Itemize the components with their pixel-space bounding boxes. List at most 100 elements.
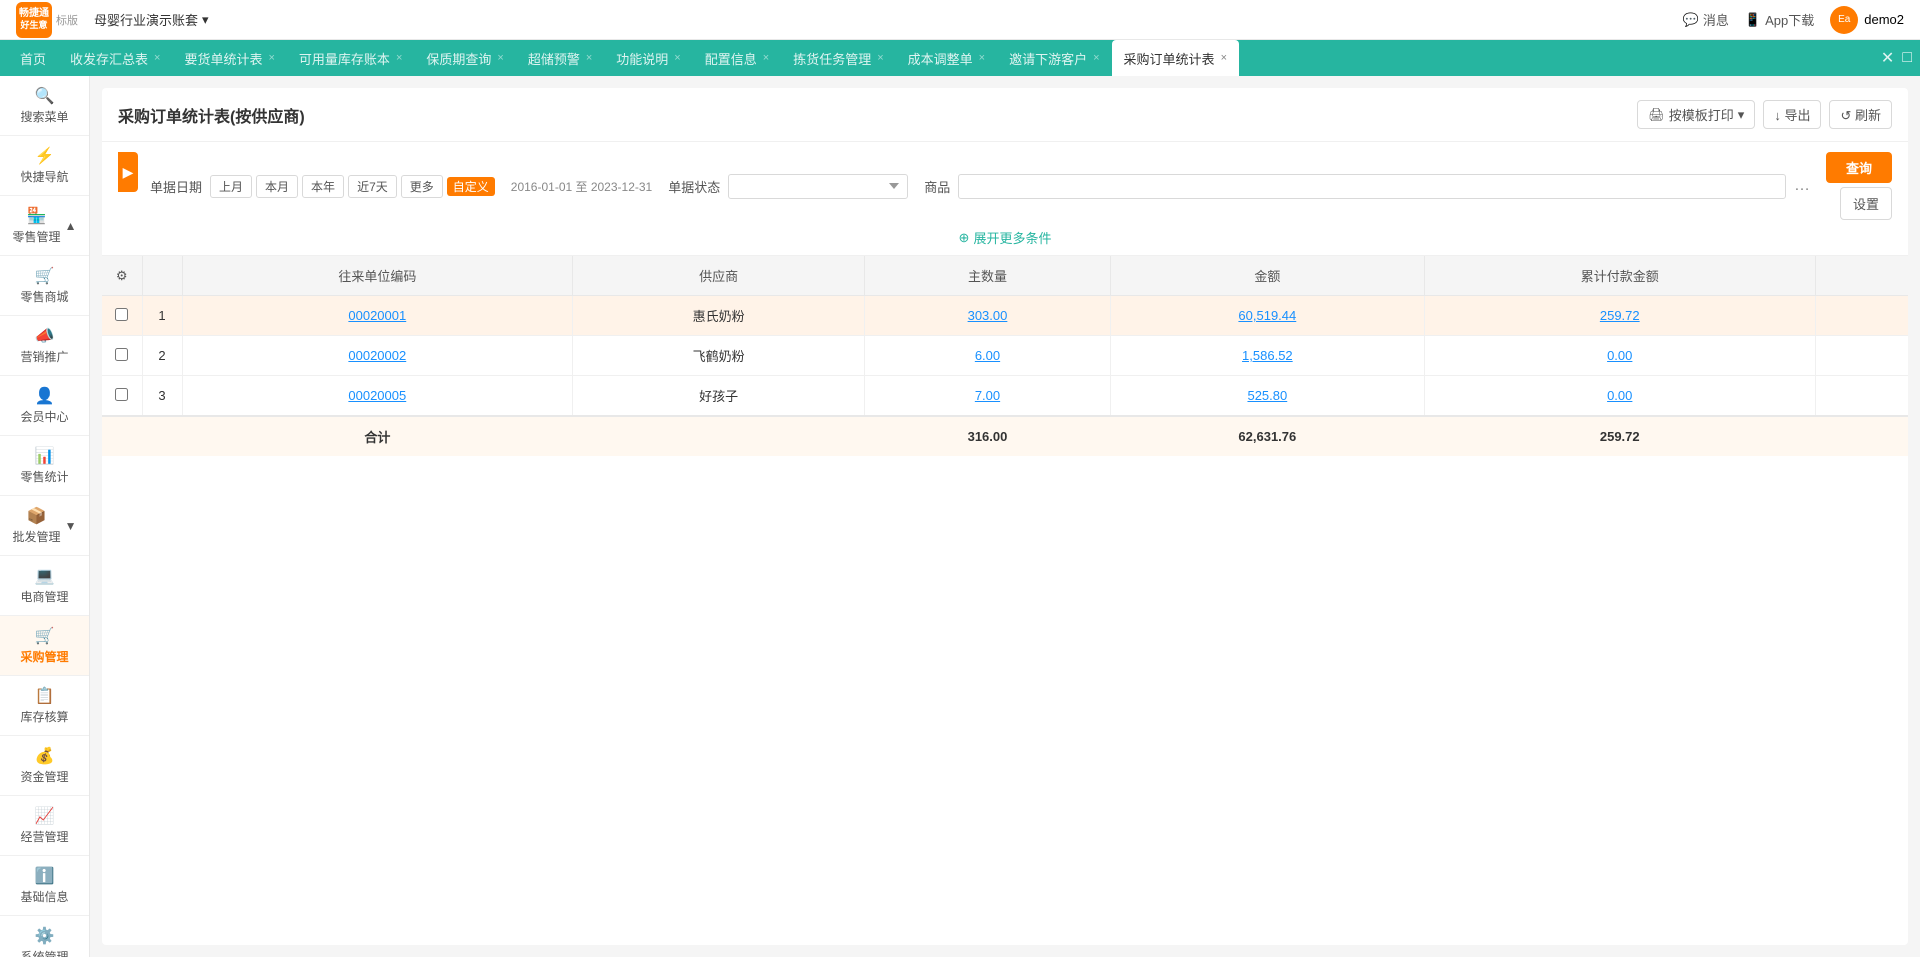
date-btn-this-month[interactable]: 本月 bbox=[256, 175, 298, 198]
date-btn-more[interactable]: 更多 bbox=[401, 175, 443, 198]
sidebar-item-retail-shop[interactable]: 🛒 零售商城 bbox=[0, 256, 89, 316]
row-checkbox-cell[interactable] bbox=[102, 336, 142, 376]
settings-button[interactable]: 设置 bbox=[1840, 187, 1892, 220]
sidebar-item-retail[interactable]: 🏪 零售管理 ▲ bbox=[0, 196, 89, 256]
tab-cost-adjust-close[interactable]: × bbox=[979, 52, 985, 64]
status-select[interactable] bbox=[728, 174, 908, 199]
export-button[interactable]: ↓ 导出 bbox=[1763, 100, 1821, 129]
tab-order-stat[interactable]: 要货单统计表 × bbox=[172, 40, 286, 76]
date-btn-this-year[interactable]: 本年 bbox=[302, 175, 344, 198]
row-checkbox[interactable] bbox=[115, 308, 128, 321]
sidebar-item-inventory[interactable]: 📋 库存核算 bbox=[0, 676, 89, 736]
row-amount[interactable]: 525.80 bbox=[1110, 376, 1424, 417]
user-profile[interactable]: Ea demo2 bbox=[1830, 6, 1904, 34]
tab-func-desc-label: 功能说明 bbox=[616, 49, 668, 68]
goods-more-icon[interactable]: … bbox=[1794, 177, 1810, 195]
sidebar-search-label: 搜索菜单 bbox=[4, 108, 85, 125]
tab-order-stat-label: 要货单统计表 bbox=[184, 49, 262, 68]
tab-usable-stock[interactable]: 可用量库存账本 × bbox=[287, 40, 414, 76]
sidebar-item-quicknav[interactable]: ⚡ 快捷导航 bbox=[0, 136, 89, 196]
template-print-button[interactable]: 🖨 按模板打印 ▾ bbox=[1637, 100, 1755, 129]
row-main-qty[interactable]: 303.00 bbox=[865, 296, 1111, 336]
tab-pick-task-label: 拣货任务管理 bbox=[793, 49, 871, 68]
tab-usable-stock-close[interactable]: × bbox=[396, 52, 402, 64]
app-download-action[interactable]: 📱 App下载 bbox=[1745, 10, 1814, 29]
tab-func-desc[interactable]: 功能说明 × bbox=[604, 40, 692, 76]
tab-func-desc-close[interactable]: × bbox=[674, 52, 680, 64]
filter-toggle[interactable]: ▶ bbox=[118, 152, 138, 192]
row-amount[interactable]: 60,519.44 bbox=[1110, 296, 1424, 336]
goods-input[interactable] bbox=[958, 174, 1786, 199]
tab-overstock-close[interactable]: × bbox=[586, 52, 592, 64]
date-btn-last-month[interactable]: 上月 bbox=[210, 175, 252, 198]
tab-purchase-stat[interactable]: 采购订单统计表 × bbox=[1112, 40, 1239, 76]
tab-stock-summary-close[interactable]: × bbox=[154, 52, 160, 64]
row-checkbox[interactable] bbox=[115, 388, 128, 401]
tab-config-close[interactable]: × bbox=[763, 52, 769, 64]
footer-paid-amount: 259.72 bbox=[1424, 416, 1815, 456]
main-content: 采购订单统计表(按供应商) 🖨 按模板打印 ▾ ↓ 导出 ↺ 刷新 bbox=[90, 76, 1920, 957]
row-supplier-code[interactable]: 00020002 bbox=[182, 336, 573, 376]
tab-purchase-stat-close[interactable]: × bbox=[1221, 52, 1227, 64]
system-icon: ⚙️ bbox=[4, 926, 85, 946]
row-paid-amount[interactable]: 0.00 bbox=[1424, 376, 1815, 417]
filter-section: ▶ 单据日期 上月 本月 本年 近7天 更多 自定义 bbox=[102, 142, 1908, 256]
col-index bbox=[142, 256, 182, 296]
row-main-qty[interactable]: 7.00 bbox=[865, 376, 1111, 417]
table-row: 3 00020005 好孩子 7.00 525.80 0.00 bbox=[102, 376, 1908, 417]
tab-invite-close[interactable]: × bbox=[1093, 52, 1099, 64]
nav-close-icon[interactable]: ✕ bbox=[1881, 48, 1894, 68]
sidebar-item-ecom[interactable]: 💻 电商管理 bbox=[0, 556, 89, 616]
brand-label: 标版 bbox=[56, 12, 78, 28]
tab-stock-summary[interactable]: 收发存汇总表 × bbox=[58, 40, 172, 76]
sidebar-item-retail-stat[interactable]: 📊 零售统计 bbox=[0, 436, 89, 496]
expand-more-btn[interactable]: ⊕ 展开更多条件 bbox=[959, 228, 1052, 247]
filter-status-group: 单据状态 bbox=[668, 174, 908, 199]
footer-empty1 bbox=[102, 416, 142, 456]
tab-expiry-close[interactable]: × bbox=[497, 52, 503, 64]
filter-date-group: 单据日期 上月 本月 本年 近7天 更多 自定义 bbox=[150, 175, 495, 198]
workspace-selector[interactable]: 母婴行业演示账套 ▾ bbox=[86, 6, 217, 33]
date-btn-7days[interactable]: 近7天 bbox=[348, 175, 397, 198]
row-paid-amount[interactable]: 0.00 bbox=[1424, 336, 1815, 376]
tab-expiry[interactable]: 保质期查询 × bbox=[414, 40, 515, 76]
tab-expiry-label: 保质期查询 bbox=[426, 49, 491, 68]
sidebar-item-operations[interactable]: 📈 经营管理 bbox=[0, 796, 89, 856]
settings-icon[interactable]: ⚙ bbox=[116, 268, 128, 283]
col-settings[interactable]: ⚙ bbox=[102, 256, 142, 296]
tab-config[interactable]: 配置信息 × bbox=[693, 40, 781, 76]
tab-pick-task[interactable]: 拣货任务管理 × bbox=[781, 40, 895, 76]
table-row: 1 00020001 惠氏奶粉 303.00 60,519.44 259.72 bbox=[102, 296, 1908, 336]
row-paid-amount[interactable]: 259.72 bbox=[1424, 296, 1815, 336]
row-supplier-code[interactable]: 00020001 bbox=[182, 296, 573, 336]
sidebar-wholesale-label: 批发管理 bbox=[13, 528, 61, 545]
sidebar-item-purchase[interactable]: 🛒 采购管理 bbox=[0, 616, 89, 676]
message-action[interactable]: 💬 消息 bbox=[1683, 10, 1729, 29]
tab-order-stat-close[interactable]: × bbox=[268, 52, 274, 64]
footer-main-qty: 316.00 bbox=[865, 416, 1111, 456]
row-supplier-name: 飞鹤奶粉 bbox=[573, 336, 865, 376]
tab-invite[interactable]: 邀请下游客户 × bbox=[997, 40, 1111, 76]
row-checkbox[interactable] bbox=[115, 348, 128, 361]
sidebar-item-member[interactable]: 👤 会员中心 bbox=[0, 376, 89, 436]
data-table: ⚙ 往来单位编码 供应商 主数量 金额 累计付款金额 1 00020001 惠氏… bbox=[102, 256, 1908, 456]
sidebar-item-wholesale[interactable]: 📦 批发管理 ▼ bbox=[0, 496, 89, 556]
tab-cost-adjust[interactable]: 成本调整单 × bbox=[896, 40, 997, 76]
sidebar-item-basic[interactable]: ℹ️ 基础信息 bbox=[0, 856, 89, 916]
footer-label: 合计 bbox=[182, 416, 573, 456]
row-supplier-code[interactable]: 00020005 bbox=[182, 376, 573, 417]
nav-maximize-icon[interactable]: □ bbox=[1902, 49, 1912, 67]
row-main-qty[interactable]: 6.00 bbox=[865, 336, 1111, 376]
row-amount[interactable]: 1,586.52 bbox=[1110, 336, 1424, 376]
sidebar-item-finance[interactable]: 💰 资金管理 bbox=[0, 736, 89, 796]
tab-home[interactable]: 首页 bbox=[8, 40, 58, 76]
sidebar-item-search[interactable]: 🔍 搜索菜单 bbox=[0, 76, 89, 136]
sidebar-item-system[interactable]: ⚙️ 系统管理 bbox=[0, 916, 89, 957]
search-button[interactable]: 查询 bbox=[1826, 152, 1892, 183]
refresh-button[interactable]: ↺ 刷新 bbox=[1829, 100, 1892, 129]
row-checkbox-cell[interactable] bbox=[102, 296, 142, 336]
sidebar-item-marketing[interactable]: 📣 营销推广 bbox=[0, 316, 89, 376]
tab-pick-task-close[interactable]: × bbox=[877, 52, 883, 64]
row-checkbox-cell[interactable] bbox=[102, 376, 142, 417]
tab-overstock[interactable]: 超储预警 × bbox=[516, 40, 604, 76]
